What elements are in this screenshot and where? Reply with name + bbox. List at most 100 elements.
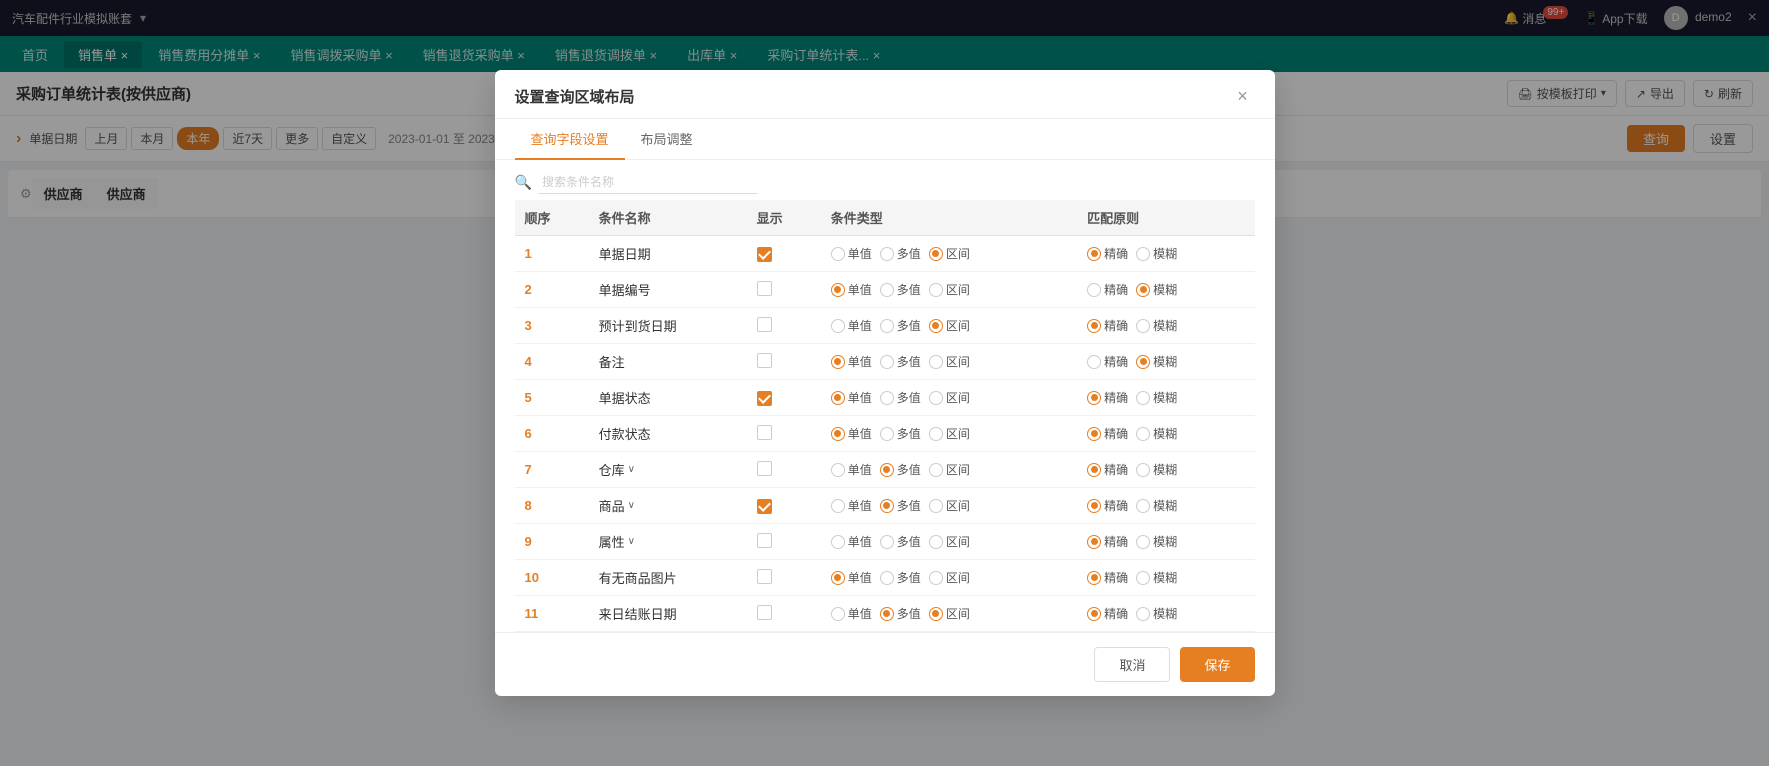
- type-single-option[interactable]: 单值: [831, 389, 872, 406]
- type-multi-option[interactable]: 多值: [880, 569, 921, 586]
- match-exact-option[interactable]: 精确: [1087, 497, 1128, 514]
- type-multi-radio[interactable]: [880, 499, 894, 513]
- type-range-radio[interactable]: [929, 535, 943, 549]
- type-single-option[interactable]: 单值: [831, 281, 872, 298]
- cell-display[interactable]: [747, 272, 821, 308]
- match-fuzzy-option[interactable]: 模糊: [1136, 533, 1177, 550]
- expand-arrow-icon[interactable]: ∨: [628, 464, 635, 475]
- match-fuzzy-option[interactable]: 模糊: [1136, 389, 1177, 406]
- cell-display[interactable]: [747, 524, 821, 560]
- display-checkbox[interactable]: [757, 317, 772, 332]
- display-checkbox[interactable]: [757, 569, 772, 584]
- type-single-radio[interactable]: [831, 391, 845, 405]
- type-single-option[interactable]: 单值: [831, 353, 872, 370]
- type-range-radio[interactable]: [929, 463, 943, 477]
- modal-close-button[interactable]: ×: [1231, 84, 1255, 108]
- match-fuzzy-option[interactable]: 模糊: [1136, 569, 1177, 586]
- type-range-option[interactable]: 区间: [929, 281, 970, 298]
- display-checkbox[interactable]: [757, 499, 772, 514]
- match-fuzzy-option[interactable]: 模糊: [1136, 317, 1177, 334]
- display-checkbox[interactable]: [757, 533, 772, 548]
- type-range-option[interactable]: 区间: [929, 533, 970, 550]
- type-single-option[interactable]: 单值: [831, 461, 872, 478]
- match-fuzzy-radio[interactable]: [1136, 535, 1150, 549]
- match-exact-radio[interactable]: [1087, 247, 1101, 261]
- modal-tab-query-fields[interactable]: 查询字段设置: [515, 119, 625, 160]
- cancel-button[interactable]: 取消: [1094, 647, 1170, 682]
- type-range-radio[interactable]: [929, 607, 943, 621]
- match-fuzzy-option[interactable]: 模糊: [1136, 461, 1177, 478]
- display-checkbox[interactable]: [757, 281, 772, 296]
- match-exact-option[interactable]: 精确: [1087, 461, 1128, 478]
- display-checkbox[interactable]: [757, 425, 772, 440]
- match-exact-radio[interactable]: [1087, 355, 1101, 369]
- cell-display[interactable]: [747, 236, 821, 272]
- type-multi-radio[interactable]: [880, 247, 894, 261]
- type-range-option[interactable]: 区间: [929, 353, 970, 370]
- cell-display[interactable]: [747, 416, 821, 452]
- match-exact-radio[interactable]: [1087, 463, 1101, 477]
- cell-display[interactable]: [747, 560, 821, 596]
- match-exact-radio[interactable]: [1087, 499, 1101, 513]
- match-exact-radio[interactable]: [1087, 535, 1101, 549]
- type-multi-radio[interactable]: [880, 571, 894, 585]
- type-single-radio[interactable]: [831, 463, 845, 477]
- match-exact-option[interactable]: 精确: [1087, 569, 1128, 586]
- type-multi-radio[interactable]: [880, 607, 894, 621]
- cell-display[interactable]: [747, 308, 821, 344]
- type-single-radio[interactable]: [831, 319, 845, 333]
- match-exact-option[interactable]: 精确: [1087, 317, 1128, 334]
- type-range-radio[interactable]: [929, 391, 943, 405]
- display-checkbox[interactable]: [757, 605, 772, 620]
- match-fuzzy-radio[interactable]: [1136, 427, 1150, 441]
- display-checkbox[interactable]: [757, 247, 772, 262]
- match-fuzzy-radio[interactable]: [1136, 607, 1150, 621]
- match-fuzzy-radio[interactable]: [1136, 319, 1150, 333]
- type-multi-option[interactable]: 多值: [880, 533, 921, 550]
- expand-arrow-icon[interactable]: ∨: [628, 500, 635, 511]
- type-single-option[interactable]: 单值: [831, 497, 872, 514]
- type-range-option[interactable]: 区间: [929, 425, 970, 442]
- match-fuzzy-option[interactable]: 模糊: [1136, 497, 1177, 514]
- type-multi-option[interactable]: 多值: [880, 497, 921, 514]
- match-exact-option[interactable]: 精确: [1087, 245, 1128, 262]
- type-range-radio[interactable]: [929, 247, 943, 261]
- type-multi-option[interactable]: 多值: [880, 317, 921, 334]
- type-multi-option[interactable]: 多值: [880, 245, 921, 262]
- match-fuzzy-radio[interactable]: [1136, 355, 1150, 369]
- type-multi-radio[interactable]: [880, 427, 894, 441]
- match-fuzzy-radio[interactable]: [1136, 283, 1150, 297]
- type-multi-option[interactable]: 多值: [880, 425, 921, 442]
- type-range-option[interactable]: 区间: [929, 245, 970, 262]
- type-single-option[interactable]: 单值: [831, 569, 872, 586]
- cell-display[interactable]: [747, 596, 821, 632]
- search-input[interactable]: [538, 170, 758, 194]
- match-fuzzy-option[interactable]: 模糊: [1136, 605, 1177, 622]
- type-range-option[interactable]: 区间: [929, 461, 970, 478]
- type-range-option[interactable]: 区间: [929, 497, 970, 514]
- cell-display[interactable]: [747, 452, 821, 488]
- type-multi-radio[interactable]: [880, 391, 894, 405]
- match-fuzzy-option[interactable]: 模糊: [1136, 425, 1177, 442]
- match-fuzzy-radio[interactable]: [1136, 247, 1150, 261]
- type-multi-radio[interactable]: [880, 463, 894, 477]
- type-single-option[interactable]: 单值: [831, 605, 872, 622]
- type-multi-option[interactable]: 多值: [880, 353, 921, 370]
- match-exact-option[interactable]: 精确: [1087, 425, 1128, 442]
- type-single-radio[interactable]: [831, 247, 845, 261]
- match-exact-radio[interactable]: [1087, 391, 1101, 405]
- match-exact-radio[interactable]: [1087, 571, 1101, 585]
- type-multi-option[interactable]: 多值: [880, 461, 921, 478]
- cell-display[interactable]: [747, 488, 821, 524]
- type-multi-radio[interactable]: [880, 283, 894, 297]
- type-single-radio[interactable]: [831, 499, 845, 513]
- type-single-radio[interactable]: [831, 355, 845, 369]
- match-exact-radio[interactable]: [1087, 427, 1101, 441]
- match-exact-radio[interactable]: [1087, 319, 1101, 333]
- type-multi-option[interactable]: 多值: [880, 605, 921, 622]
- match-exact-option[interactable]: 精确: [1087, 281, 1128, 298]
- match-exact-option[interactable]: 精确: [1087, 353, 1128, 370]
- type-single-radio[interactable]: [831, 571, 845, 585]
- match-fuzzy-option[interactable]: 模糊: [1136, 281, 1177, 298]
- match-fuzzy-radio[interactable]: [1136, 463, 1150, 477]
